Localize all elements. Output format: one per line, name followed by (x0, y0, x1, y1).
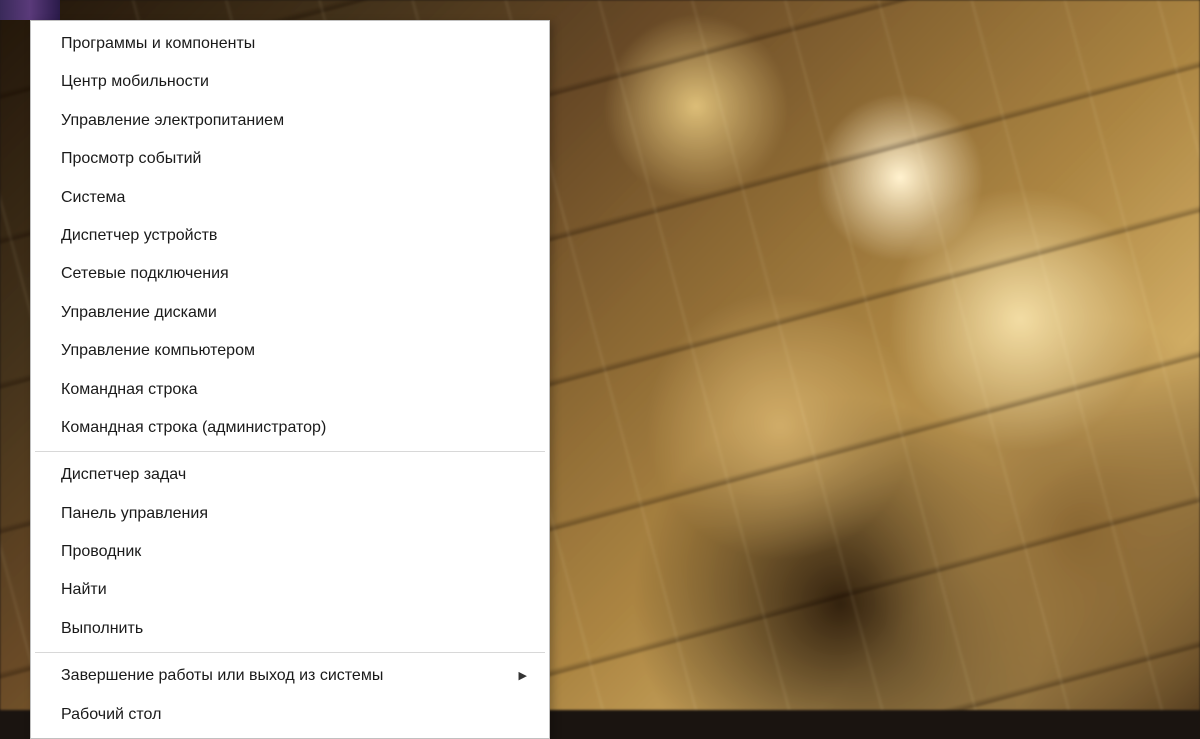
menu-item-command-prompt[interactable]: Командная строка (33, 371, 547, 409)
menu-item-label: Система (61, 187, 527, 209)
menu-separator (35, 652, 545, 653)
menu-item-programs-features[interactable]: Программы и компоненты (33, 25, 547, 63)
menu-item-label: Выполнить (61, 618, 527, 640)
menu-item-search[interactable]: Найти (33, 571, 547, 609)
menu-item-power-options[interactable]: Управление электропитанием (33, 102, 547, 140)
menu-item-file-explorer[interactable]: Проводник (33, 533, 547, 571)
menu-item-label: Найти (61, 579, 527, 601)
menu-item-label: Управление электропитанием (61, 110, 527, 132)
menu-item-label: Завершение работы или выход из системы (61, 665, 499, 687)
menu-item-mobility-center[interactable]: Центр мобильности (33, 63, 547, 101)
menu-item-desktop[interactable]: Рабочий стол (33, 696, 547, 734)
menu-item-label: Диспетчер устройств (61, 225, 527, 247)
menu-item-label: Командная строка (администратор) (61, 417, 527, 439)
menu-separator (35, 451, 545, 452)
menu-item-label: Командная строка (61, 379, 527, 401)
menu-item-system[interactable]: Система (33, 179, 547, 217)
menu-item-network-connections[interactable]: Сетевые подключения (33, 255, 547, 293)
menu-item-label: Диспетчер задач (61, 464, 527, 486)
menu-item-label: Рабочий стол (61, 704, 527, 726)
menu-item-label: Управление компьютером (61, 340, 527, 362)
menu-item-label: Проводник (61, 541, 527, 563)
menu-item-label: Программы и компоненты (61, 33, 527, 55)
menu-item-control-panel[interactable]: Панель управления (33, 495, 547, 533)
menu-item-command-prompt-admin[interactable]: Командная строка (администратор) (33, 409, 547, 447)
menu-item-label: Панель управления (61, 503, 527, 525)
window-fragment (0, 0, 60, 20)
menu-item-event-viewer[interactable]: Просмотр событий (33, 140, 547, 178)
menu-item-disk-management[interactable]: Управление дисками (33, 294, 547, 332)
menu-item-computer-management[interactable]: Управление компьютером (33, 332, 547, 370)
menu-item-label: Сетевые подключения (61, 263, 527, 285)
menu-item-run[interactable]: Выполнить (33, 610, 547, 648)
menu-item-label: Управление дисками (61, 302, 527, 324)
winx-context-menu: Программы и компоненты Центр мобильности… (30, 20, 550, 739)
chevron-right-icon: ▶ (519, 669, 527, 684)
menu-item-task-manager[interactable]: Диспетчер задач (33, 456, 547, 494)
menu-item-label: Центр мобильности (61, 71, 527, 93)
menu-item-shutdown-signout[interactable]: Завершение работы или выход из системы ▶ (33, 657, 547, 695)
menu-item-device-manager[interactable]: Диспетчер устройств (33, 217, 547, 255)
menu-item-label: Просмотр событий (61, 148, 527, 170)
